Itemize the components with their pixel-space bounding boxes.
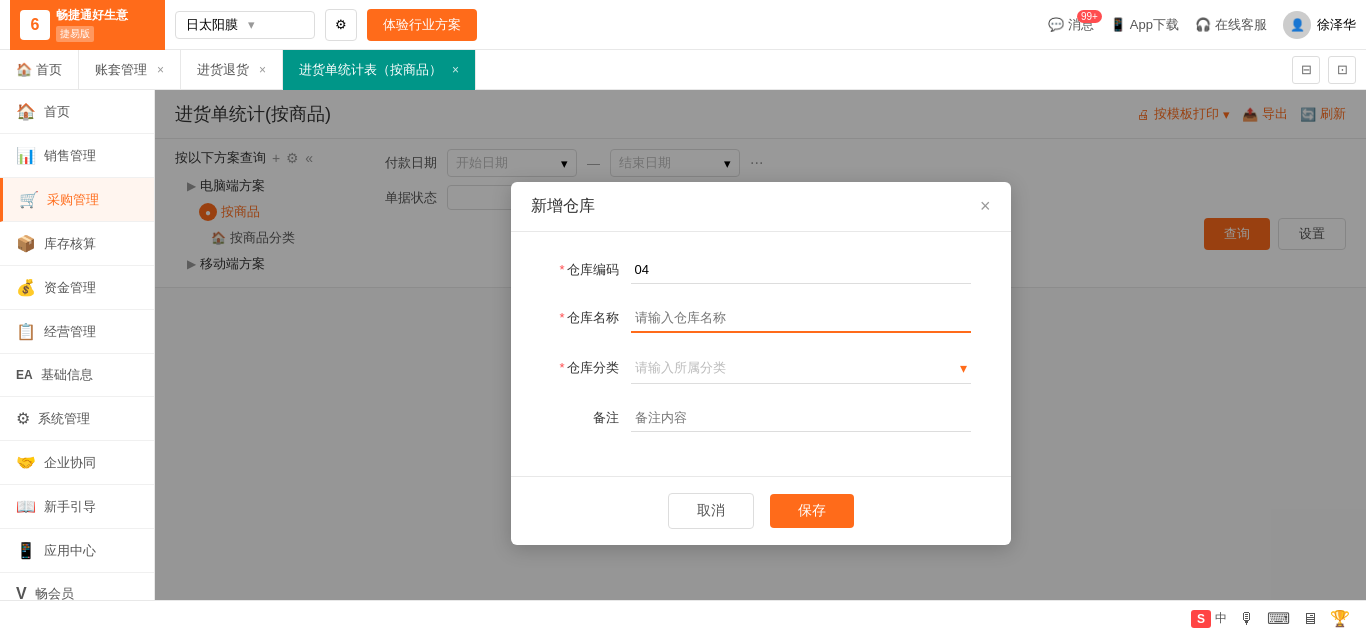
- microphone-icon[interactable]: 🎙: [1239, 610, 1255, 628]
- main-layout: 🏠 首页 📊 销售管理 🛒 采购管理 📦 库存核算 💰 资金管理 📋 经营管理 …: [0, 90, 1366, 636]
- sidebar-item-home[interactable]: 🏠 首页: [0, 90, 154, 134]
- system-icon: ⚙: [16, 409, 30, 428]
- code-label: *仓库编码: [551, 261, 631, 279]
- sales-icon: 📊: [16, 146, 36, 165]
- form-row-name: *仓库名称: [551, 304, 971, 333]
- restore-icon: ⊟: [1301, 62, 1312, 77]
- sogou-icon-area: S 中: [1191, 610, 1227, 628]
- chevron-down-icon: ▾: [248, 17, 304, 32]
- tab-close-accounts[interactable]: ×: [157, 63, 164, 77]
- user-icon: 👤: [1290, 18, 1305, 32]
- maximize-icon: ⊡: [1337, 62, 1348, 77]
- message-icon: 💬: [1048, 17, 1064, 32]
- purchase-icon: 🛒: [19, 190, 39, 209]
- tab-maximize-button[interactable]: ⊡: [1328, 56, 1356, 84]
- headset-icon: 🎧: [1195, 17, 1211, 32]
- form-row-note: 备注: [551, 404, 971, 432]
- tab-purchase-return[interactable]: 进货退货 ×: [181, 50, 283, 90]
- tab-bar: 🏠 首页 账套管理 × 进货退货 × 进货单统计表（按商品） × ⊟ ⊡: [0, 50, 1366, 90]
- sidebar-item-purchase[interactable]: 🛒 采购管理: [0, 178, 154, 222]
- sidebar: 🏠 首页 📊 销售管理 🛒 采购管理 📦 库存核算 💰 资金管理 📋 经营管理 …: [0, 90, 155, 636]
- tab-purchase-stats[interactable]: 进货单统计表（按商品） ×: [283, 50, 476, 90]
- tab-right-actions: ⊟ ⊡: [1292, 56, 1366, 84]
- user-avatar-area[interactable]: 👤 徐泽华: [1283, 11, 1356, 39]
- settings-button[interactable]: ⚙: [325, 9, 357, 41]
- content-area: 进货单统计(按商品) 🖨 按模板打印 ▾ 📤 导出 🔄 刷新: [155, 90, 1366, 636]
- sidebar-item-finance[interactable]: 💰 资金管理: [0, 266, 154, 310]
- trophy-icon[interactable]: 🏆: [1330, 609, 1350, 628]
- logo-icon: 6: [20, 10, 50, 40]
- add-warehouse-modal: 新增仓库 × *仓库编码 *仓库名称: [511, 182, 1011, 545]
- modal-close-button[interactable]: ×: [980, 196, 991, 217]
- name-label: *仓库名称: [551, 309, 631, 327]
- modal-header: 新增仓库 ×: [511, 182, 1011, 232]
- tab-accounts[interactable]: 账套管理 ×: [79, 50, 181, 90]
- sidebar-item-sales[interactable]: 📊 销售管理: [0, 134, 154, 178]
- tab-close-purchase-return[interactable]: ×: [259, 63, 266, 77]
- bottom-status-bar: S 中 🎙 ⌨ 🖥 🏆: [0, 600, 1366, 636]
- sidebar-item-guide[interactable]: 📖 新手引导: [0, 485, 154, 529]
- tab-restore-button[interactable]: ⊟: [1292, 56, 1320, 84]
- basic-info-icon: EA: [16, 368, 33, 382]
- form-row-code: *仓库编码: [551, 256, 971, 284]
- header-right: 💬 消息 99+ 📱 App下载 🎧 在线客服 👤 徐泽华: [1048, 11, 1356, 39]
- tab-home[interactable]: 🏠 首页: [0, 50, 79, 90]
- sidebar-item-operation[interactable]: 📋 经营管理: [0, 310, 154, 354]
- monitor-icon[interactable]: 🖥: [1302, 610, 1318, 628]
- note-label: 备注: [551, 409, 631, 427]
- save-button[interactable]: 保存: [770, 494, 854, 528]
- cancel-button[interactable]: 取消: [668, 493, 754, 529]
- phone-icon: 📱: [1110, 17, 1126, 32]
- category-label: *仓库分类: [551, 359, 631, 377]
- category-chevron-icon: ▾: [960, 360, 967, 376]
- store-selector[interactable]: 日太阳膜 ▾: [175, 11, 315, 39]
- form-row-category: *仓库分类 请输入所属分类 ▾: [551, 353, 971, 384]
- modal-body: *仓库编码 *仓库名称 *仓库分类: [511, 232, 1011, 476]
- modal-footer: 取消 保存: [511, 476, 1011, 545]
- category-select[interactable]: 请输入所属分类 ▾: [631, 353, 971, 384]
- sogou-icon: S: [1191, 610, 1211, 628]
- sidebar-item-inventory[interactable]: 📦 库存核算: [0, 222, 154, 266]
- enterprise-icon: 🤝: [16, 453, 36, 472]
- logo-text: 畅捷通好生意 捷易版: [56, 7, 128, 42]
- modal-overlay: 新增仓库 × *仓库编码 *仓库名称: [155, 90, 1366, 636]
- sidebar-item-apps[interactable]: 📱 应用中心: [0, 529, 154, 573]
- finance-icon: 💰: [16, 278, 36, 297]
- name-input[interactable]: [631, 304, 971, 333]
- home-icon: 🏠: [16, 102, 36, 121]
- sidebar-item-basic-info[interactable]: EA 基础信息: [0, 354, 154, 397]
- operation-icon: 📋: [16, 322, 36, 341]
- sidebar-item-system[interactable]: ⚙ 系统管理: [0, 397, 154, 441]
- code-input[interactable]: [631, 256, 971, 284]
- experience-button[interactable]: 体验行业方案: [367, 9, 477, 41]
- inventory-icon: 📦: [16, 234, 36, 253]
- logo-area: 6 畅捷通好生意 捷易版: [10, 0, 165, 50]
- top-header: 6 畅捷通好生意 捷易版 日太阳膜 ▾ ⚙ 体验行业方案 💬 消息 99+ 📱 …: [0, 0, 1366, 50]
- guide-icon: 📖: [16, 497, 36, 516]
- apps-icon: 📱: [16, 541, 36, 560]
- avatar: 👤: [1283, 11, 1311, 39]
- note-input[interactable]: [631, 404, 971, 432]
- tab-close-purchase-stats[interactable]: ×: [452, 63, 459, 77]
- home-icon: 🏠: [16, 62, 32, 77]
- sidebar-item-enterprise[interactable]: 🤝 企业协同: [0, 441, 154, 485]
- message-button[interactable]: 💬 消息 99+: [1048, 16, 1094, 34]
- modal-title: 新增仓库: [531, 196, 595, 217]
- gear-icon: ⚙: [335, 17, 347, 32]
- online-service-button[interactable]: 🎧 在线客服: [1195, 16, 1267, 34]
- keyboard-icon[interactable]: ⌨: [1267, 609, 1290, 628]
- app-download-button[interactable]: 📱 App下载: [1110, 16, 1179, 34]
